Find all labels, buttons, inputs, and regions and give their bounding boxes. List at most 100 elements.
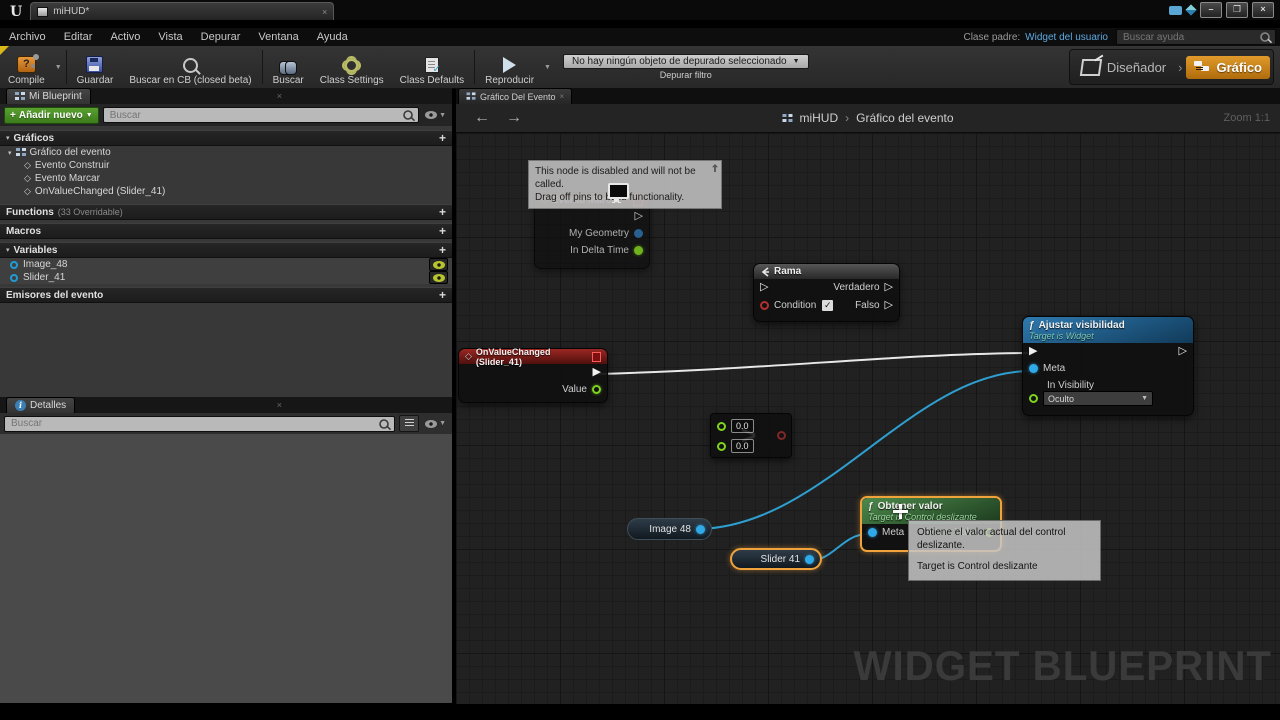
compare-input-a-pin[interactable]	[717, 421, 726, 431]
menu-depurar[interactable]: Depurar	[192, 31, 250, 43]
section-variables[interactable]: ▾ Variables +	[0, 242, 452, 258]
maximize-button[interactable]: ❐	[1226, 2, 1248, 18]
node-ajustar-visibilidad[interactable]: ƒ Ajustar visibilidad Target is Widget ▶ ▷…	[1022, 316, 1194, 416]
section-event-dispatchers[interactable]: Emisores del evento +	[0, 287, 452, 303]
node-get-slider41[interactable]: Slider 41	[730, 548, 822, 570]
in-visibility-pin[interactable]	[1029, 394, 1038, 403]
eye-filter-icon[interactable]	[425, 111, 438, 119]
my-blueprint-tab[interactable]: Mi Blueprint	[6, 88, 91, 104]
variable-row-slider41[interactable]: Slider_41	[0, 271, 452, 284]
menu-activo[interactable]: Activo	[101, 31, 149, 43]
details-search-input[interactable]	[9, 417, 379, 430]
section-macros[interactable]: Macros +	[0, 223, 452, 239]
graph-mode-button[interactable]: Gráfico	[1186, 55, 1270, 79]
feedback-icon[interactable]	[1169, 5, 1182, 15]
expand-arrow-icon[interactable]: ▾	[6, 134, 10, 142]
expand-arrow-icon[interactable]: ▾	[8, 149, 12, 157]
variable-row-image48[interactable]: Image_48	[0, 258, 452, 271]
node-compare[interactable]: > 0.0 0.0	[710, 413, 792, 458]
details-search[interactable]	[4, 415, 396, 432]
parent-class-link[interactable]: Widget del usuario	[1025, 32, 1108, 43]
target-pin[interactable]	[868, 528, 877, 537]
condition-checkbox[interactable]: ✓	[821, 299, 835, 312]
find-button[interactable]: Buscar	[265, 46, 312, 88]
menu-editar[interactable]: Editar	[55, 31, 102, 43]
condition-pin[interactable]	[760, 301, 769, 310]
variable-visibility-button[interactable]	[429, 271, 448, 284]
save-button[interactable]: Guardar	[69, 46, 122, 88]
eye-filter-icon[interactable]	[425, 419, 438, 428]
blueprint-search-input[interactable]	[107, 108, 403, 122]
designer-mode-button[interactable]: Diseñador	[1073, 55, 1174, 80]
tree-item-event-graph[interactable]: ▾ Gráfico del evento	[0, 146, 452, 159]
add-macro-button[interactable]: +	[439, 224, 446, 238]
find-in-cb-button[interactable]: Buscar en CB (closed beta)	[121, 46, 259, 88]
back-arrow-icon[interactable]: ←	[466, 109, 498, 127]
exec-out-pin[interactable]: ▶	[593, 367, 601, 378]
node-tooltip: Obtiene el valor actual del control desl…	[908, 520, 1101, 581]
property-matrix-button[interactable]	[399, 415, 420, 432]
class-defaults-button[interactable]: Class Defaults	[392, 46, 472, 88]
menu-ayuda[interactable]: Ayuda	[308, 31, 357, 43]
add-dispatcher-button[interactable]: +	[439, 288, 446, 302]
add-variable-button[interactable]: +	[439, 243, 446, 257]
marketplace-icon[interactable]	[1185, 4, 1197, 16]
exec-out-pin[interactable]: ▷	[1179, 346, 1187, 357]
tree-item-evento-construir[interactable]: ◇ Evento Construir	[0, 159, 452, 172]
tab-close-icon[interactable]: ×	[277, 400, 282, 410]
debug-object-dropdown[interactable]: No hay ningún objeto de depurado selecci…	[562, 54, 809, 69]
close-button[interactable]: ×	[1252, 2, 1274, 18]
tab-close-icon[interactable]: ×	[560, 92, 565, 101]
tree-item-onvaluechanged[interactable]: ◇ OnValueChanged (Slider_41)	[0, 185, 452, 198]
compare-result-pin[interactable]	[777, 431, 786, 440]
compile-options-caret-icon[interactable]: ▼	[53, 64, 64, 71]
event-icon: ◇	[24, 186, 31, 196]
chevron-down-icon[interactable]: ▼	[439, 112, 446, 119]
help-search-input[interactable]	[1121, 30, 1259, 44]
menu-ventana[interactable]: Ventana	[249, 31, 307, 43]
false-exec-pin[interactable]: ▷	[885, 300, 893, 311]
value-pin[interactable]	[592, 385, 601, 394]
play-button[interactable]: Reproducir	[477, 46, 542, 88]
object-out-pin[interactable]	[696, 524, 705, 534]
target-pin[interactable]	[1029, 364, 1038, 373]
class-settings-button[interactable]: Class Settings	[312, 46, 392, 88]
exec-in-pin[interactable]: ▶	[1029, 346, 1037, 357]
section-graphs[interactable]: ▾ Gráficos +	[0, 130, 452, 146]
forward-arrow-icon[interactable]: →	[498, 109, 530, 127]
tab-close-icon[interactable]: ×	[277, 91, 282, 101]
play-options-caret-icon[interactable]: ▼	[542, 64, 553, 71]
geometry-pin[interactable]	[634, 229, 643, 238]
node-get-image48[interactable]: Image 48	[627, 518, 712, 540]
exec-out-pin[interactable]: ▷	[635, 211, 643, 222]
tree-item-evento-marcar[interactable]: ◇ Evento Marcar	[0, 172, 452, 185]
menu-archivo[interactable]: Archivo	[0, 31, 55, 43]
breadcrumb-root[interactable]: miHUD	[799, 111, 838, 125]
compare-input-b-pin[interactable]	[717, 441, 726, 451]
add-function-button[interactable]: +	[439, 205, 446, 219]
true-exec-pin[interactable]: ▷	[885, 282, 893, 293]
node-onvaluechanged[interactable]: ◇ OnValueChanged (Slider_41) ▶ Value	[458, 347, 608, 403]
chevron-down-icon[interactable]: ▼	[439, 420, 446, 427]
event-graph-tab[interactable]: Gráfico Del Evento ×	[458, 88, 573, 104]
add-graph-button[interactable]: +	[439, 131, 446, 145]
details-tab[interactable]: i Detalles	[6, 397, 76, 413]
expand-arrow-icon[interactable]: ▾	[6, 246, 10, 254]
delta-time-pin[interactable]	[634, 246, 643, 255]
minimize-button[interactable]: –	[1200, 2, 1222, 18]
asset-tab-mihud[interactable]: miHUD* ×	[30, 2, 335, 20]
node-rama[interactable]: Rama ▷ Verdadero ▷ Condition ✓ Falso ▷	[753, 263, 900, 322]
blueprint-search[interactable]	[102, 107, 420, 123]
eye-icon	[432, 273, 445, 282]
add-new-button[interactable]: + Añadir nuevo ▼	[4, 106, 99, 124]
exec-in-pin[interactable]: ▷	[760, 282, 768, 293]
variable-visibility-button[interactable]	[429, 258, 448, 271]
help-search[interactable]	[1116, 29, 1276, 45]
asset-tab-close-icon[interactable]: ×	[322, 7, 327, 17]
object-out-pin[interactable]	[805, 554, 814, 564]
breadcrumb-page[interactable]: Gráfico del evento	[856, 111, 953, 125]
menu-vista[interactable]: Vista	[149, 31, 191, 43]
graph-canvas[interactable]: This node is disabled and will not be ca…	[456, 133, 1280, 704]
visibility-dropdown[interactable]: Oculto ▼	[1043, 391, 1153, 406]
section-functions[interactable]: Functions (33 Overridable) +	[0, 204, 452, 220]
